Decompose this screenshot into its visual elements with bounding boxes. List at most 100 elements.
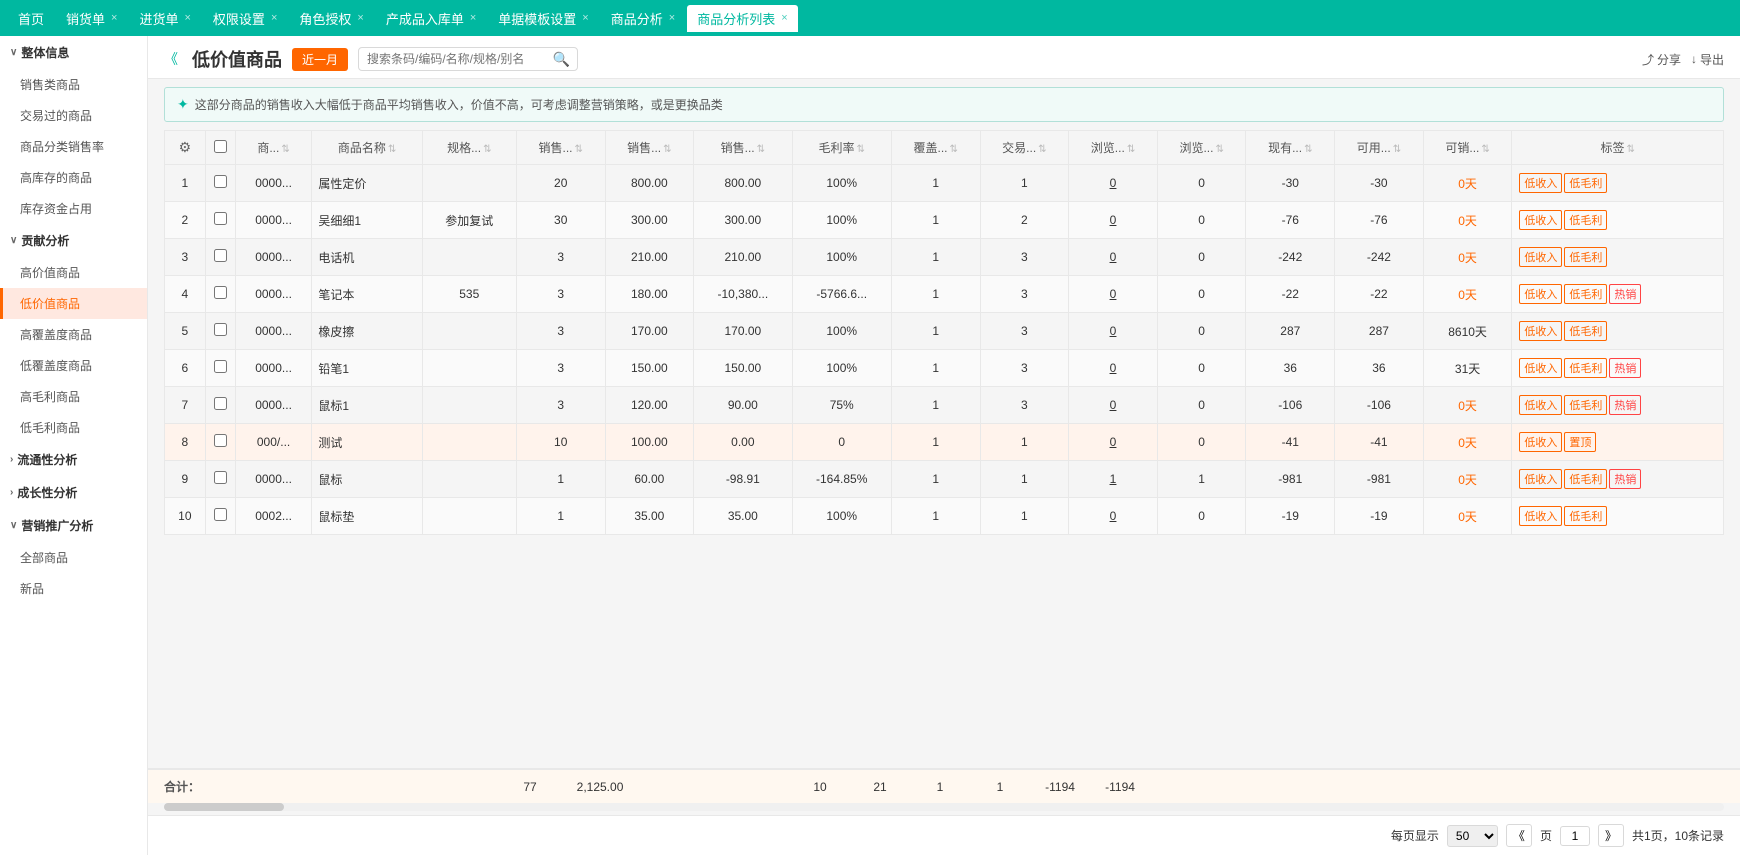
sidebar-item-stock-capital[interactable]: 库存资金占用 bbox=[0, 193, 147, 224]
sidebar-item-high-coverage[interactable]: 高覆盖度商品 bbox=[0, 319, 147, 350]
sidebar-item-new-products[interactable]: 新品 bbox=[0, 573, 147, 604]
col-trade[interactable]: 交易...⇅ bbox=[980, 131, 1069, 165]
nav-product-stock[interactable]: 产成品入库单 × bbox=[376, 5, 486, 32]
next-page-button[interactable]: 》 bbox=[1598, 824, 1624, 847]
first-page-button[interactable]: 《 bbox=[1506, 824, 1532, 847]
select-all-checkbox[interactable] bbox=[214, 140, 227, 153]
row-checkbox[interactable] bbox=[205, 424, 235, 461]
filter-period-button[interactable]: 近一月 bbox=[292, 48, 348, 71]
browse-link[interactable]: 0 bbox=[1110, 324, 1117, 338]
sidebar-collapse-button[interactable]: 《 bbox=[164, 49, 178, 69]
sidebar-item-high-margin[interactable]: 高毛利商品 bbox=[0, 381, 147, 412]
col-sales-avg[interactable]: 销售...⇅ bbox=[694, 131, 792, 165]
nav-purchase-order[interactable]: 进货单 × bbox=[129, 5, 200, 32]
row-browse1[interactable]: 0 bbox=[1069, 313, 1158, 350]
row-avg: 0.00 bbox=[694, 424, 792, 461]
sidebar-section-contribution[interactable]: ∨ 贡献分析 bbox=[0, 224, 147, 257]
row-browse1[interactable]: 0 bbox=[1069, 239, 1158, 276]
nav-home[interactable]: 首页 bbox=[8, 5, 54, 32]
sidebar-section-liquidity[interactable]: › 流通性分析 bbox=[0, 443, 147, 476]
row-checkbox[interactable] bbox=[205, 276, 235, 313]
sidebar-item-low-margin[interactable]: 低毛利商品 bbox=[0, 412, 147, 443]
row-avg: 90.00 bbox=[694, 387, 792, 424]
sidebar-item-low-coverage[interactable]: 低覆盖度商品 bbox=[0, 350, 147, 381]
row-checkbox[interactable] bbox=[205, 498, 235, 535]
close-icon[interactable]: × bbox=[669, 12, 675, 24]
nav-product-analysis-list[interactable]: 商品分析列表 × bbox=[687, 5, 797, 32]
close-icon[interactable]: × bbox=[357, 12, 363, 24]
sidebar-item-low-value[interactable]: 低价值商品 bbox=[0, 288, 147, 319]
row-checkbox[interactable] bbox=[205, 350, 235, 387]
sidebar-section-marketing[interactable]: ∨ 营销推广分析 bbox=[0, 509, 147, 542]
close-icon[interactable]: × bbox=[184, 12, 190, 24]
col-name[interactable]: 商品名称⇅ bbox=[312, 131, 422, 165]
horizontal-scrollbar[interactable] bbox=[164, 803, 1724, 811]
nav-role-auth[interactable]: 角色授权 × bbox=[289, 5, 373, 32]
row-avg: 150.00 bbox=[694, 350, 792, 387]
row-browse1[interactable]: 0 bbox=[1069, 387, 1158, 424]
row-browse1[interactable]: 0 bbox=[1069, 165, 1158, 202]
row-amount: 300.00 bbox=[605, 202, 694, 239]
col-tags[interactable]: 标签⇅ bbox=[1512, 131, 1724, 165]
search-input[interactable] bbox=[358, 47, 578, 71]
share-button[interactable]: ⤴ 分享 bbox=[1642, 51, 1681, 68]
close-icon[interactable]: × bbox=[271, 12, 277, 24]
browse-link[interactable]: 0 bbox=[1110, 361, 1117, 375]
browse-link[interactable]: 0 bbox=[1110, 176, 1117, 190]
row-checkbox[interactable] bbox=[205, 239, 235, 276]
sidebar-item-high-stock[interactable]: 高库存的商品 bbox=[0, 162, 147, 193]
close-icon[interactable]: × bbox=[470, 12, 476, 24]
col-sellable[interactable]: 可销...⇅ bbox=[1423, 131, 1512, 165]
page-number-input[interactable] bbox=[1560, 826, 1590, 846]
browse-link[interactable]: 1 bbox=[1110, 472, 1117, 486]
page-size-select[interactable]: 50 100 200 bbox=[1447, 825, 1498, 847]
browse-link[interactable]: 0 bbox=[1110, 250, 1117, 264]
browse-link[interactable]: 0 bbox=[1110, 435, 1117, 449]
sidebar-item-all-products[interactable]: 全部商品 bbox=[0, 542, 147, 573]
row-checkbox[interactable] bbox=[205, 387, 235, 424]
browse-link[interactable]: 0 bbox=[1110, 213, 1117, 227]
sidebar-item-high-value[interactable]: 高价值商品 bbox=[0, 257, 147, 288]
col-stock[interactable]: 现有...⇅ bbox=[1246, 131, 1335, 165]
sidebar-item-traded[interactable]: 交易过的商品 bbox=[0, 100, 147, 131]
col-available[interactable]: 可用...⇅ bbox=[1335, 131, 1424, 165]
col-settings[interactable]: ⚙ bbox=[165, 131, 206, 165]
col-sales-qty[interactable]: 销售...⇅ bbox=[516, 131, 605, 165]
row-browse1[interactable]: 1 bbox=[1069, 461, 1158, 498]
sidebar-item-category-sales[interactable]: 商品分类销售率 bbox=[0, 131, 147, 162]
nav-product-analysis[interactable]: 商品分析 × bbox=[601, 5, 685, 32]
close-icon[interactable]: × bbox=[582, 12, 588, 24]
sidebar-section-overall[interactable]: ∨ 整体信息 bbox=[0, 36, 147, 69]
scrollbar-thumb[interactable] bbox=[164, 803, 284, 811]
row-trade: 3 bbox=[980, 350, 1069, 387]
export-button[interactable]: ↓ 导出 bbox=[1691, 51, 1724, 68]
row-browse1[interactable]: 0 bbox=[1069, 276, 1158, 313]
row-browse1[interactable]: 0 bbox=[1069, 202, 1158, 239]
gear-icon[interactable]: ⚙ bbox=[179, 139, 192, 156]
col-browse1[interactable]: 浏览...⇅ bbox=[1069, 131, 1158, 165]
nav-sales-order[interactable]: 销货单 × bbox=[56, 5, 127, 32]
row-checkbox[interactable] bbox=[205, 165, 235, 202]
col-checkbox[interactable] bbox=[205, 131, 235, 165]
row-checkbox[interactable] bbox=[205, 313, 235, 350]
nav-template[interactable]: 单据模板设置 × bbox=[488, 5, 598, 32]
close-icon[interactable]: × bbox=[111, 12, 117, 24]
row-browse1[interactable]: 0 bbox=[1069, 424, 1158, 461]
col-sales-amount[interactable]: 销售...⇅ bbox=[605, 131, 694, 165]
col-code[interactable]: 商...⇅ bbox=[235, 131, 312, 165]
close-icon[interactable]: × bbox=[781, 12, 787, 24]
col-coverage[interactable]: 覆盖...⇅ bbox=[891, 131, 980, 165]
col-margin[interactable]: 毛利率⇅ bbox=[792, 131, 891, 165]
nav-permission[interactable]: 权限设置 × bbox=[203, 5, 287, 32]
col-spec[interactable]: 规格...⇅ bbox=[422, 131, 516, 165]
row-checkbox[interactable] bbox=[205, 202, 235, 239]
sidebar-item-sales-category[interactable]: 销售类商品 bbox=[0, 69, 147, 100]
sidebar-section-growth[interactable]: › 成长性分析 bbox=[0, 476, 147, 509]
browse-link[interactable]: 0 bbox=[1110, 287, 1117, 301]
row-checkbox[interactable] bbox=[205, 461, 235, 498]
row-browse1[interactable]: 0 bbox=[1069, 498, 1158, 535]
browse-link[interactable]: 0 bbox=[1110, 509, 1117, 523]
col-browse2[interactable]: 浏览...⇅ bbox=[1157, 131, 1246, 165]
browse-link[interactable]: 0 bbox=[1110, 398, 1117, 412]
row-browse1[interactable]: 0 bbox=[1069, 350, 1158, 387]
